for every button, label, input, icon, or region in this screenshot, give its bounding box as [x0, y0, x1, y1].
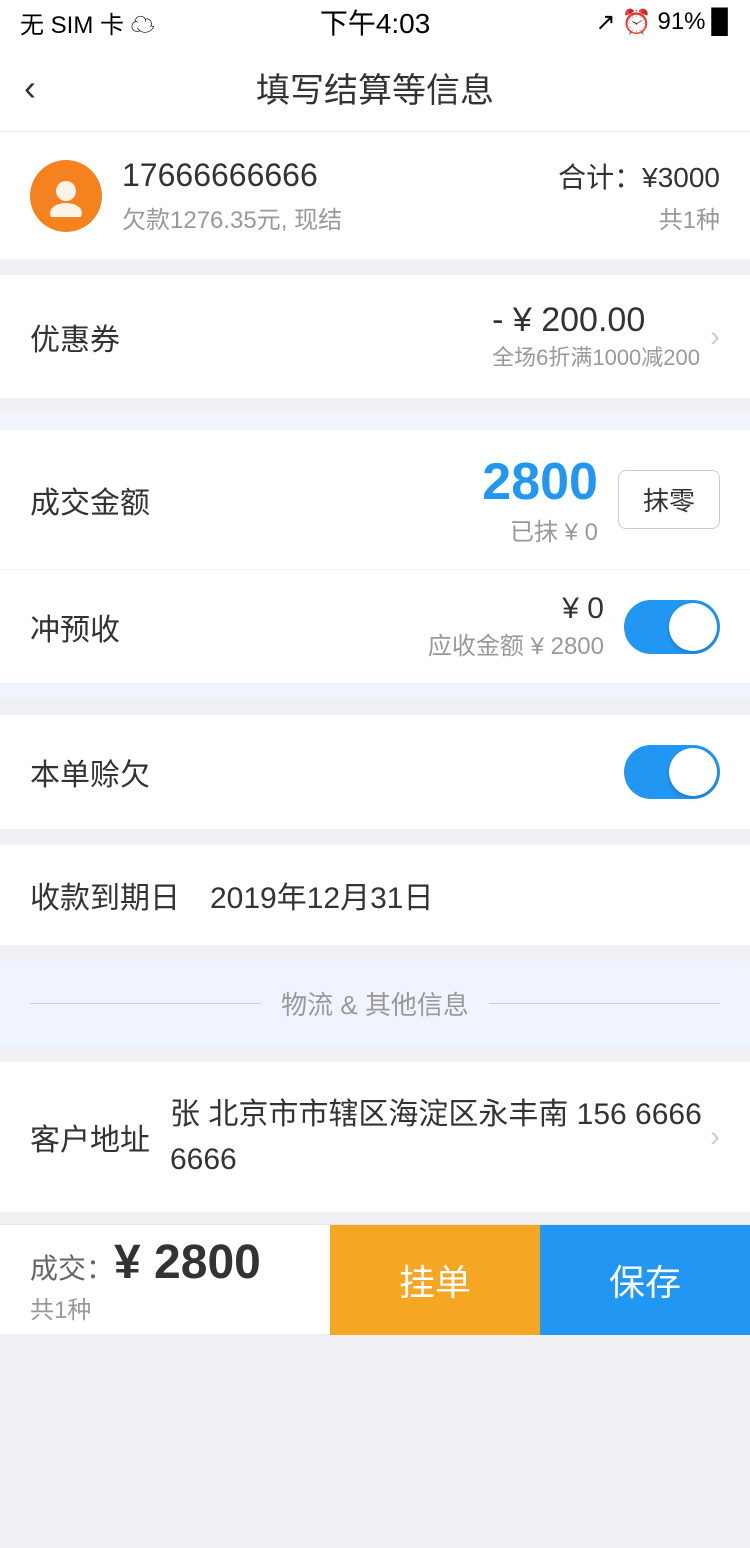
customer-phone: 17666666666 — [122, 157, 342, 194]
deal-amount-block: 2800 已抹 ¥ 0 — [482, 452, 598, 547]
alarm-icon: ⏰ — [622, 8, 652, 37]
coupon-description: 全场6折满1000减200 — [492, 340, 700, 372]
total-label: 合计： — [558, 162, 642, 193]
deal-amount-value: 2800 — [482, 452, 598, 512]
bottom-deal-amount: ¥ 2800 — [114, 1236, 261, 1289]
customer-debt: 欠款1276.35元, 现结 — [122, 200, 342, 235]
bottom-info: 成交：¥ 2800 共1种 — [0, 1235, 330, 1325]
customer-details: 17666666666 欠款1276.35元, 现结 — [122, 157, 342, 235]
status-right: ↗ ⏰ 91% ▉ — [595, 8, 730, 37]
coupon-amount: - ¥ 200.00 — [492, 301, 700, 340]
due-date-label: 收款到期日 — [30, 873, 180, 917]
status-bar: 无 SIM 卡 ☁ 下午4:03 ↗ ⏰ 91% ▉ — [0, 0, 750, 44]
address-section[interactable]: 客户地址 张 北京市市辖区海淀区永丰南 156 6666 6666 › — [0, 1062, 750, 1212]
customer-left: 17666666666 欠款1276.35元, 现结 — [30, 157, 342, 235]
bottom-count: 共1种 — [30, 1290, 300, 1325]
deal-amount-row: 成交金额 2800 已抹 ¥ 0 抹零 — [0, 430, 750, 569]
coupon-right: - ¥ 200.00 全场6折满1000减200 › — [492, 301, 720, 372]
arrearage-section: 本单赊欠 — [0, 715, 750, 829]
erase-button[interactable]: 抹零 — [618, 470, 720, 529]
financial-section: 成交金额 2800 已抹 ¥ 0 抹零 冲预收 ¥ 0 应收金额 ¥ 2800 — [0, 414, 750, 699]
prepayment-row: 冲预收 ¥ 0 应收金额 ¥ 2800 — [0, 569, 750, 683]
total-row: 合计：¥3000 — [558, 156, 720, 196]
status-left: 无 SIM 卡 ☁ — [20, 5, 155, 40]
due-date-value: 2019年12月31日 — [210, 873, 433, 917]
status-time: 下午4:03 — [320, 2, 431, 42]
address-label: 客户地址 — [30, 1115, 150, 1159]
prepayment-toggle[interactable] — [624, 600, 720, 654]
total-count: 共1种 — [558, 200, 720, 235]
chevron-right-icon: › — [710, 320, 720, 354]
deal-amount-label: 成交金额 — [30, 478, 150, 522]
content-area: 17666666666 欠款1276.35元, 现结 合计：¥3000 共1种 … — [0, 132, 750, 1548]
sim-status: 无 SIM 卡 ☁ — [20, 5, 155, 40]
address-value: 张 北京市市辖区海淀区永丰南 156 6666 6666 — [170, 1092, 710, 1182]
prepayment-amount: ¥ 0 — [428, 592, 604, 626]
pending-button[interactable]: 挂单 — [330, 1225, 540, 1335]
prepayment-amount-block: ¥ 0 应收金额 ¥ 2800 — [428, 592, 604, 661]
address-chevron-icon: › — [710, 1120, 720, 1154]
prepayment-right: ¥ 0 应收金额 ¥ 2800 — [428, 592, 720, 661]
total-amount: ¥3000 — [642, 162, 720, 193]
location-icon: ↗ — [595, 8, 615, 37]
nav-bar: ‹ 填写结算等信息 — [0, 44, 750, 132]
coupon-label: 优惠券 — [30, 315, 120, 359]
prepayment-receivable: 应收金额 ¥ 2800 — [428, 626, 604, 661]
toggle-knob — [669, 603, 717, 651]
customer-total: 合计：¥3000 共1种 — [558, 156, 720, 235]
arrearage-label: 本单赊欠 — [30, 750, 150, 794]
coupon-section[interactable]: 优惠券 - ¥ 200.00 全场6折满1000减200 › — [0, 275, 750, 398]
bottom-deal-row: 成交：¥ 2800 — [30, 1235, 300, 1290]
battery-level: 91% — [657, 8, 705, 36]
bottom-bar: 成交：¥ 2800 共1种 挂单 保存 — [0, 1224, 750, 1334]
bottom-deal-label: 成交： — [30, 1253, 114, 1284]
customer-info-section: 17666666666 欠款1276.35元, 现结 合计：¥3000 共1种 — [0, 132, 750, 259]
avatar — [30, 160, 102, 232]
due-date-section: 收款到期日 2019年12月31日 — [0, 845, 750, 945]
save-button[interactable]: 保存 — [540, 1225, 750, 1335]
deal-erased: 已抹 ¥ 0 — [482, 512, 598, 547]
logistics-section-label: 物流 & 其他信息 — [281, 985, 469, 1022]
divider-line-left — [30, 1003, 261, 1004]
prepayment-label: 冲预收 — [30, 605, 120, 649]
deal-amount-right: 2800 已抹 ¥ 0 抹零 — [482, 452, 720, 547]
page-title: 填写结算等信息 — [256, 63, 494, 112]
battery-icon: ▉ — [712, 8, 730, 37]
divider-line-right — [489, 1003, 720, 1004]
arrearage-toggle-knob — [669, 748, 717, 796]
arrearage-toggle[interactable] — [624, 745, 720, 799]
back-button[interactable]: ‹ — [24, 67, 36, 109]
logistics-divider: 物流 & 其他信息 — [0, 961, 750, 1046]
coupon-info: - ¥ 200.00 全场6折满1000减200 — [492, 301, 700, 372]
